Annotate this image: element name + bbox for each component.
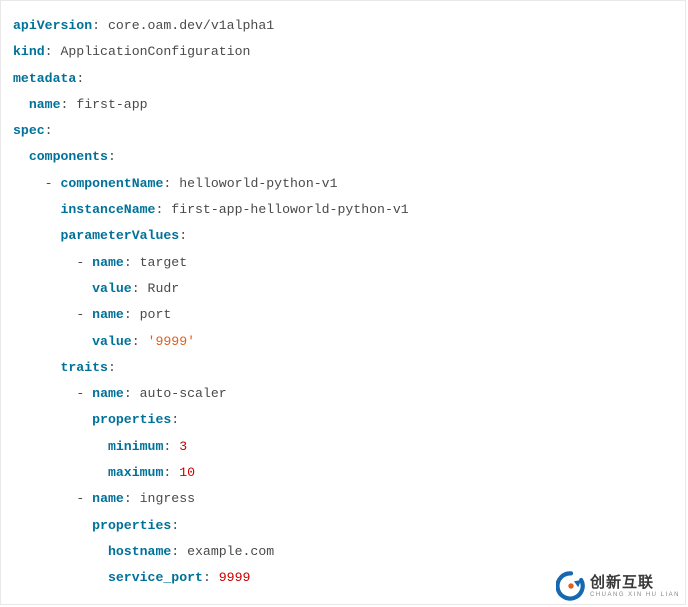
yaml-number: 3	[179, 439, 187, 454]
yaml-key: value	[92, 334, 132, 349]
yaml-value: ingress	[140, 491, 195, 506]
yaml-dash: -	[76, 386, 84, 401]
yaml-value: helloworld-python-v1	[179, 176, 337, 191]
yaml-key: hostname	[108, 544, 171, 559]
yaml-value: target	[140, 255, 187, 270]
yaml-key: spec	[13, 123, 45, 138]
yaml-dash: -	[76, 491, 84, 506]
yaml-value: auto-scaler	[140, 386, 227, 401]
yaml-key: properties	[92, 518, 171, 533]
yaml-key: name	[92, 386, 124, 401]
yaml-key: instanceName	[60, 202, 155, 217]
yaml-value: Rudr	[148, 281, 180, 296]
yaml-string: '9999'	[148, 334, 195, 349]
yaml-value: example.com	[187, 544, 274, 559]
yaml-dash: -	[76, 255, 84, 270]
yaml-key: apiVersion	[13, 18, 92, 33]
yaml-code-block: apiVersion: core.oam.dev/v1alpha1 kind: …	[0, 0, 686, 605]
yaml-key: kind	[13, 44, 45, 59]
yaml-key: parameterValues	[60, 228, 179, 243]
yaml-key: service_port	[108, 570, 203, 585]
yaml-number: 10	[179, 465, 195, 480]
yaml-key: properties	[92, 412, 171, 427]
yaml-value: core.oam.dev/v1alpha1	[108, 18, 274, 33]
yaml-key: value	[92, 281, 132, 296]
yaml-value: first-app	[76, 97, 147, 112]
yaml-key: componentName	[61, 176, 164, 191]
yaml-value: ApplicationConfiguration	[60, 44, 250, 59]
yaml-value: port	[140, 307, 172, 322]
yaml-key: maximum	[108, 465, 163, 480]
yaml-key: name	[29, 97, 61, 112]
yaml-value: first-app-helloworld-python-v1	[171, 202, 408, 217]
yaml-number: 9999	[219, 570, 251, 585]
yaml-key: minimum	[108, 439, 163, 454]
yaml-key: traits	[60, 360, 107, 375]
yaml-key: name	[92, 255, 124, 270]
yaml-key: metadata	[13, 71, 76, 86]
yaml-key: name	[92, 307, 124, 322]
yaml-dash: -	[76, 307, 84, 322]
yaml-key: name	[92, 491, 124, 506]
yaml-key: components	[29, 149, 108, 164]
yaml-dash: -	[45, 176, 53, 191]
